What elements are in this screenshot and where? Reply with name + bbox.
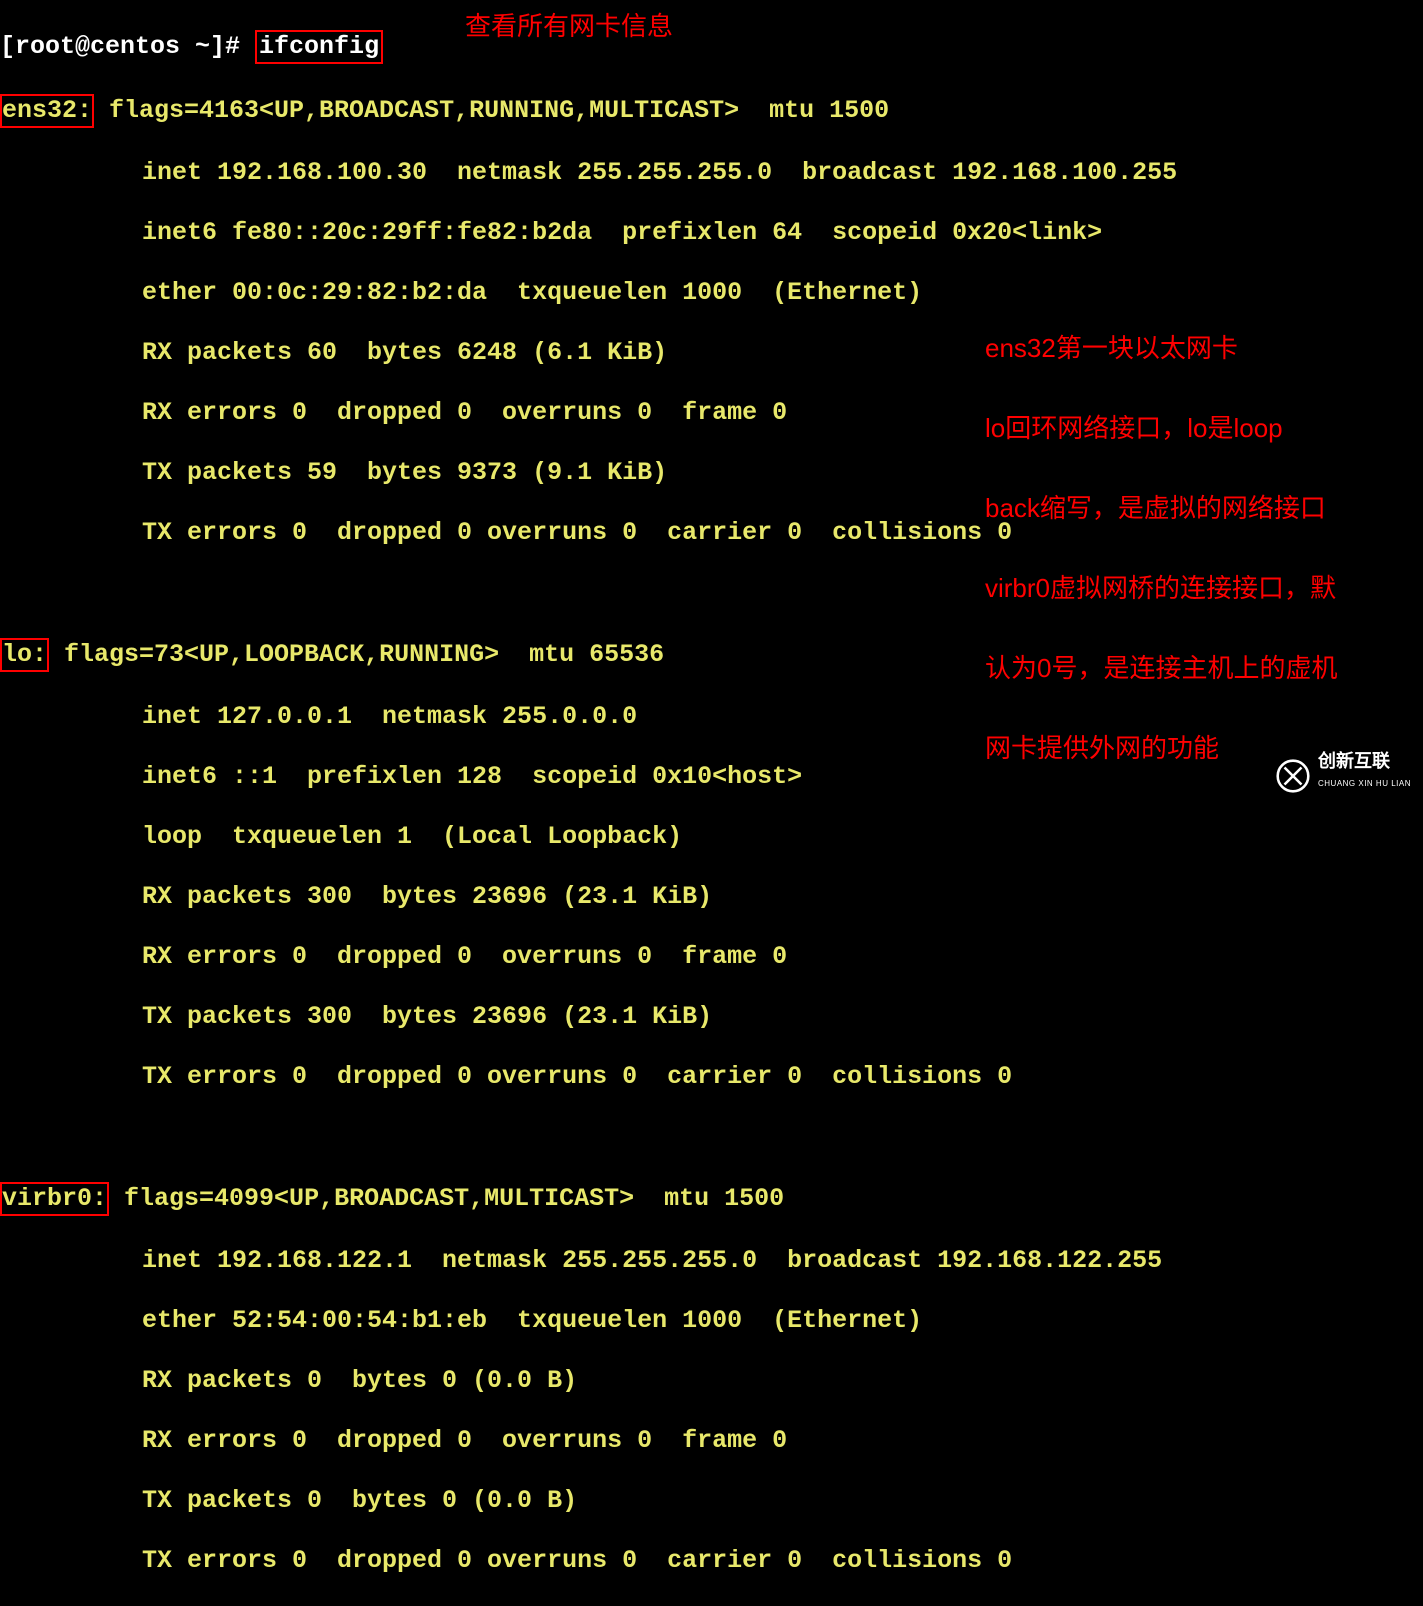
virbr0-tx-errors: TX errors 0 dropped 0 overruns 0 carrier…: [0, 1546, 1177, 1576]
lo-tx-packets: TX packets 300 bytes 23696 (23.1 KiB): [0, 1002, 1177, 1032]
annotation-command-desc: 查看所有网卡信息: [465, 6, 673, 46]
ens32-flags: flags=4163<UP,BROADCAST,RUNNING,MULTICAS…: [94, 96, 889, 125]
virbr0-rx-packets: RX packets 0 bytes 0 (0.0 B): [0, 1366, 1177, 1396]
virbr0-inet: inet 192.168.122.1 netmask 255.255.255.0…: [0, 1246, 1177, 1276]
virbr0-ether: ether 52:54:00:54:b1:eb txqueuelen 1000 …: [0, 1306, 1177, 1336]
interface-name-lo-box: lo:: [0, 638, 49, 672]
virbr0-rx-errors: RX errors 0 dropped 0 overruns 0 frame 0: [0, 1426, 1177, 1456]
annotation-right-1: ens32第一块以太网卡: [985, 328, 1415, 368]
ens32-inet6: inet6 fe80::20c:29ff:fe82:b2da prefixlen…: [0, 218, 1177, 248]
watermark-title: 创新互联: [1318, 753, 1411, 769]
interface-name-virbr0: virbr0:: [2, 1184, 107, 1213]
watermark-logo-icon: [1276, 759, 1310, 793]
interface-name-lo: lo:: [2, 640, 47, 669]
interface-name-ens32-box: ens32:: [0, 94, 94, 128]
interface-name-virbr0-box: virbr0:: [0, 1182, 109, 1216]
watermark-text-group: 创新互联 CHUANG XIN HU LIAN: [1318, 753, 1411, 799]
interface-name-ens32: ens32:: [2, 96, 92, 125]
shell-prompt: [root@centos ~]#: [0, 32, 255, 61]
virbr0-flags: flags=4099<UP,BROADCAST,MULTICAST> mtu 1…: [109, 1184, 784, 1213]
watermark-sub: CHUANG XIN HU LIAN: [1318, 769, 1411, 799]
lo-tx-errors: TX errors 0 dropped 0 overruns 0 carrier…: [0, 1062, 1177, 1092]
lo-rx-errors: RX errors 0 dropped 0 overruns 0 frame 0: [0, 942, 1177, 972]
ens32-inet: inet 192.168.100.30 netmask 255.255.255.…: [0, 158, 1177, 188]
annotation-right-3: back缩写，是虚拟的网络接口: [985, 488, 1415, 528]
annotation-right-4: virbr0虚拟网桥的连接接口，默: [985, 568, 1415, 608]
annotation-right-5: 认为0号，是连接主机上的虚机: [985, 648, 1415, 688]
lo-loop: loop txqueuelen 1 (Local Loopback): [0, 822, 1177, 852]
annotation-right-2: lo回环网络接口，lo是loop: [985, 408, 1415, 448]
lo-rx-packets: RX packets 300 bytes 23696 (23.1 KiB): [0, 882, 1177, 912]
annotation-interfaces-desc: ens32第一块以太网卡 lo回环网络接口，lo是loop back缩写，是虚拟…: [985, 288, 1415, 808]
command-text: ifconfig: [259, 32, 379, 61]
watermark: 创新互联 CHUANG XIN HU LIAN: [1276, 753, 1411, 799]
virbr0-tx-packets: TX packets 0 bytes 0 (0.0 B): [0, 1486, 1177, 1516]
command-highlight: ifconfig: [255, 30, 383, 64]
lo-flags: flags=73<UP,LOOPBACK,RUNNING> mtu 65536: [49, 640, 664, 669]
